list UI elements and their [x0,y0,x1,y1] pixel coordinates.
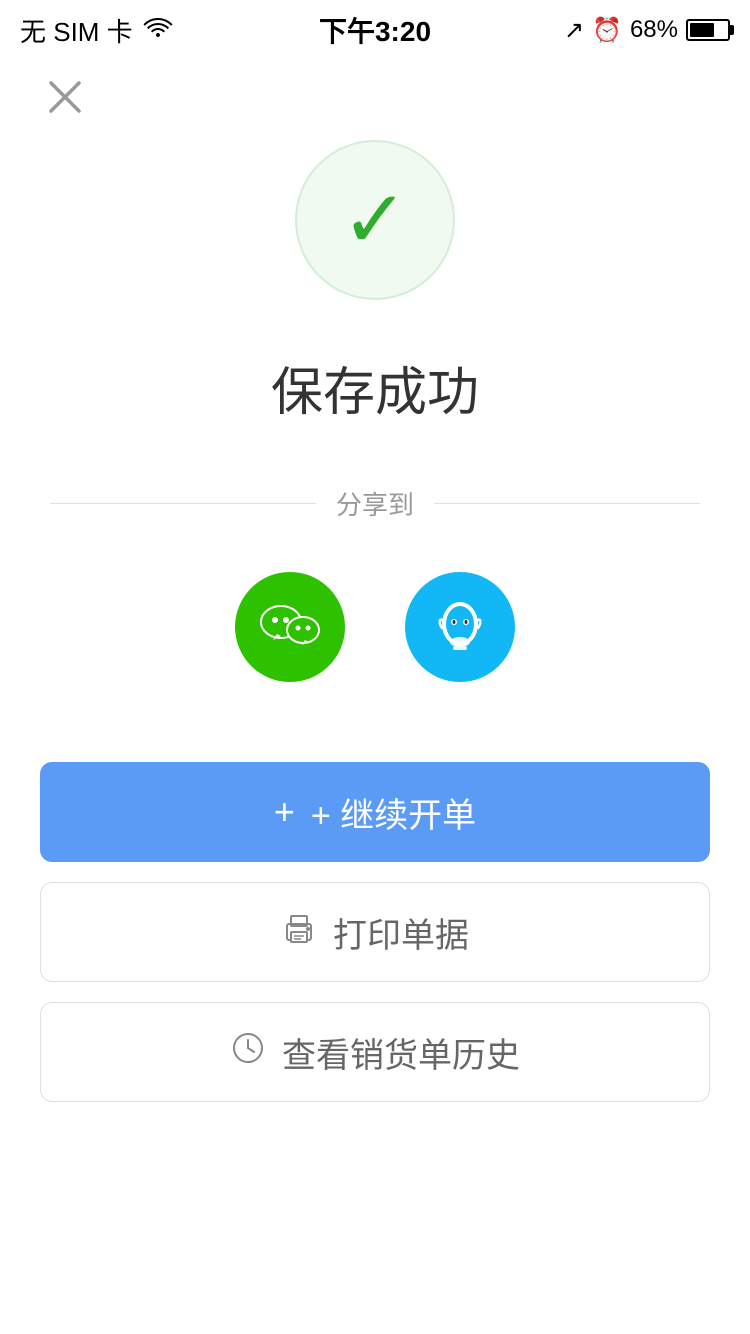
share-icons-row [235,572,515,682]
status-right: ↗ ⏰ 68% [564,16,730,45]
wechat-share-button[interactable] [235,572,345,682]
success-title: 保存成功 [271,350,479,425]
carrier-text: 无 SIM 卡 [20,12,133,49]
status-time: 下午3:20 [319,10,431,50]
alarm-icon: ⏰ [592,16,622,45]
history-button-label: 查看销货单历史 [282,1028,520,1077]
share-divider: 分享到 [0,485,750,522]
divider-line-left [50,503,316,504]
success-circle: ✓ [295,140,455,300]
checkmark-icon: ✓ [341,180,408,260]
divider-line-right [434,503,700,504]
close-button[interactable] [40,72,90,122]
qq-share-button[interactable] [405,572,515,682]
status-bar: 无 SIM 卡 下午3:20 ↗ ⏰ 68% [0,0,750,60]
buttons-section: + + 继续开单 打印单据 [0,762,750,1102]
continue-button-label: + 继续开单 [311,788,476,837]
wifi-icon [143,15,173,46]
location-icon: ↗ [564,16,584,45]
battery-percent: 68% [630,16,678,44]
print-button[interactable]: 打印单据 [40,882,710,982]
main-content: ✓ 保存成功 分享到 [0,60,750,1334]
print-button-label: 打印单据 [333,908,469,957]
clock-icon [230,1030,266,1075]
history-button[interactable]: 查看销货单历史 [40,1002,710,1102]
battery-icon [686,19,730,41]
status-left: 无 SIM 卡 [20,12,173,49]
share-divider-text: 分享到 [316,485,434,522]
plus-icon: + [274,791,295,833]
continue-button[interactable]: + + 继续开单 [40,762,710,862]
printer-icon [281,910,317,955]
